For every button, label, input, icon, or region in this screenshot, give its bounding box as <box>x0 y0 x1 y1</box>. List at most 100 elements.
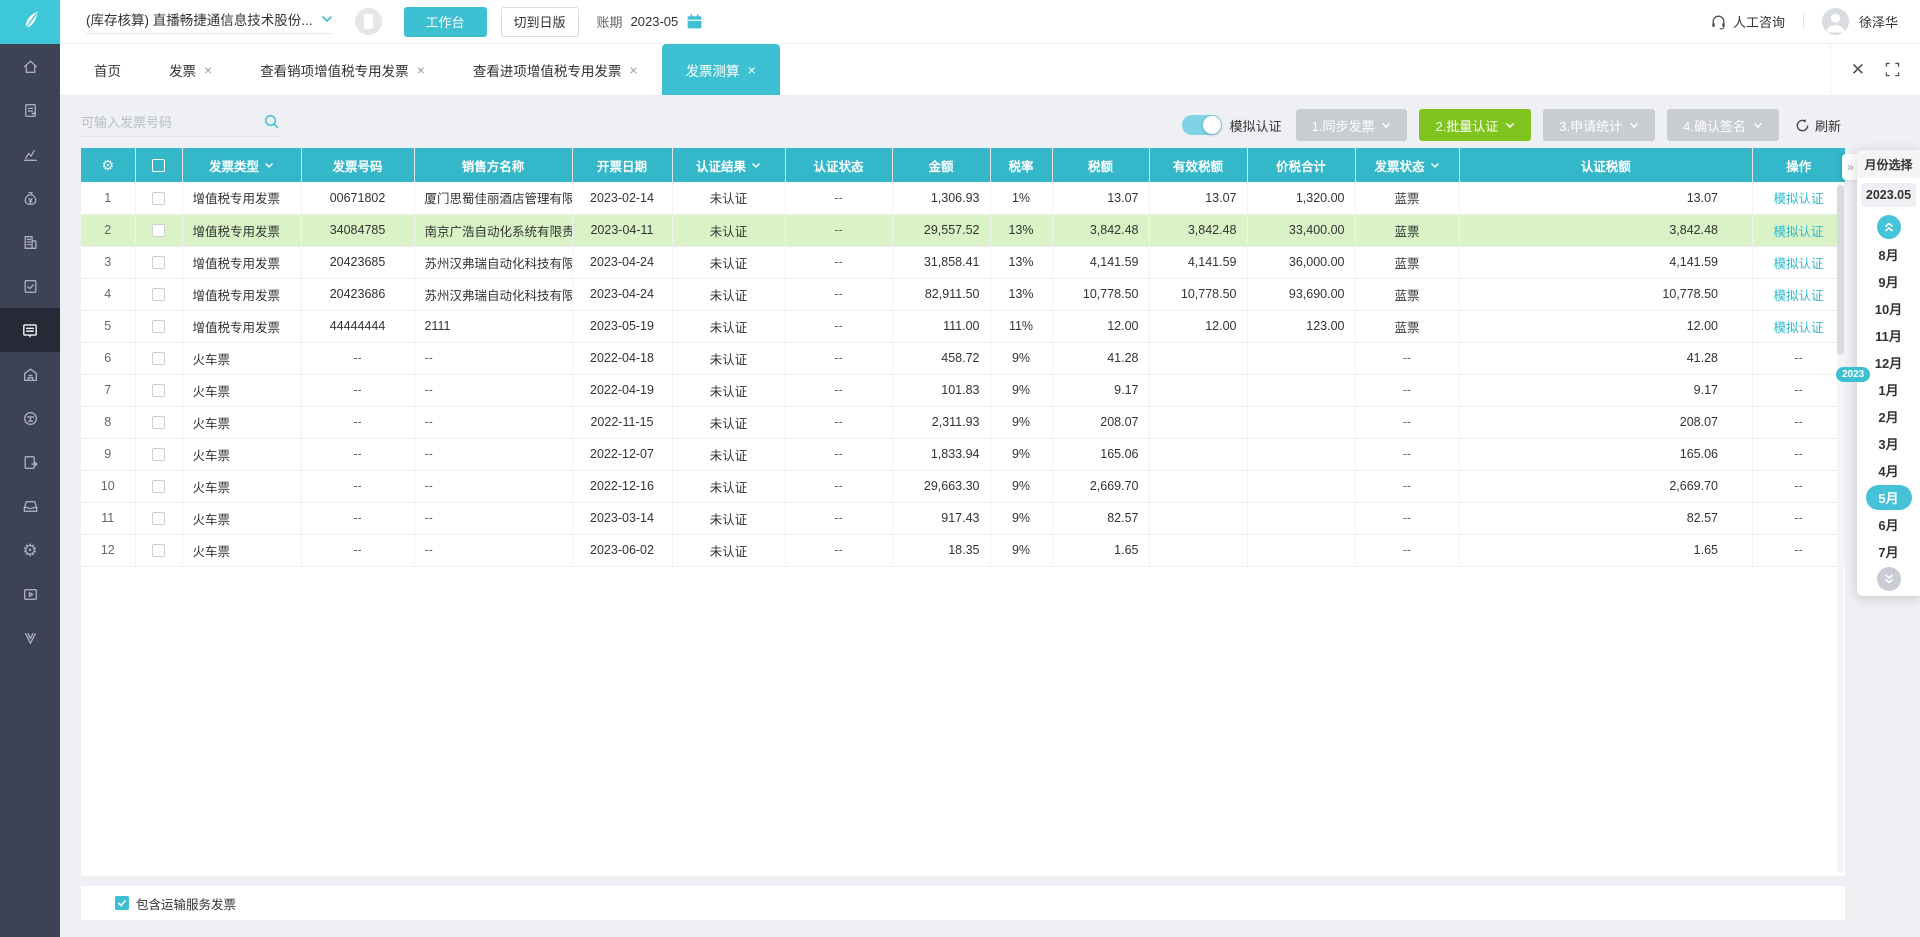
table-row[interactable]: 5 增值税专用发票 44444444 2111 2023-05-19 未认证 -- 111.0… <box>81 310 1845 343</box>
row-checkbox[interactable] <box>152 191 165 205</box>
workbench-button[interactable]: 工作台 <box>403 6 487 37</box>
table-row[interactable]: 4 增值税专用发票20423686苏州汉弗瑞自动化科技有限公司2023-04-24… <box>81 278 1845 311</box>
sidebar-item[interactable] <box>0 264 60 308</box>
search-input[interactable] <box>81 114 263 130</box>
column-header-valid_tax[interactable]: 有效税额 <box>1149 148 1248 182</box>
month-item[interactable]: 3月 <box>1866 430 1912 457</box>
step-button[interactable]: 4.确认签名 <box>1667 109 1779 141</box>
sidebar-item[interactable] <box>0 44 60 88</box>
table-row[interactable]: 8 火车票 -- -- 2022-11-15 未认证 -- 2,311.93 9% 208.07-… <box>81 406 1845 439</box>
sidebar-item[interactable] <box>0 396 60 440</box>
tab-close-icon[interactable]: × <box>629 63 637 77</box>
tab-close-icon[interactable]: × <box>204 63 212 77</box>
sidebar-item[interactable] <box>0 176 60 220</box>
month-item[interactable]: 2月 <box>1866 403 1912 430</box>
row-checkbox[interactable] <box>152 256 165 270</box>
simulate-auth-action-link[interactable]: 模拟认证 <box>1773 225 1823 239</box>
month-item[interactable]: 7月 <box>1866 538 1912 565</box>
company-selector[interactable]: (库存核算) 直播畅捷通信息技术股份... <box>86 9 333 34</box>
simulate-auth-action-link[interactable]: 模拟认证 <box>1773 257 1823 271</box>
table-row[interactable]: 1 增值税专用发票00671802厦门思蜀佳丽酒店管理有限公司2023-02-14… <box>81 182 1845 215</box>
sidebar-item[interactable] <box>0 88 60 132</box>
column-header-rate[interactable]: 税率 <box>990 148 1053 182</box>
month-item[interactable]: 4月 <box>1866 457 1912 484</box>
column-header-action[interactable]: 操作 <box>1752 148 1845 182</box>
sidebar-item[interactable] <box>0 308 60 352</box>
column-header-number[interactable]: 发票号码 <box>301 148 415 182</box>
period-value[interactable]: 2023-05 <box>631 14 679 29</box>
sidebar-item[interactable] <box>0 616 60 660</box>
table-row[interactable]: 7 火车票 -- -- 2022-04-19 未认证 -- 101.83 9% 9.17 -- 9.1… <box>81 374 1845 407</box>
row-checkbox[interactable] <box>152 384 165 398</box>
step-button[interactable]: 1.同步发票 <box>1295 109 1408 141</box>
sidebar-item[interactable] <box>0 220 60 264</box>
simulate-auth-action-link[interactable]: 模拟认证 <box>1773 289 1823 303</box>
column-header-status[interactable]: 认证状态 <box>785 148 893 182</box>
column-header-date[interactable]: 开票日期 <box>572 148 673 182</box>
search-icon[interactable] <box>263 113 281 131</box>
row-checkbox[interactable] <box>152 352 165 366</box>
row-checkbox[interactable] <box>152 416 165 430</box>
month-item[interactable]: 12月 <box>1866 349 1912 376</box>
simulate-auth-action-link[interactable]: 模拟认证 <box>1773 321 1823 335</box>
sidebar-item[interactable] <box>0 484 60 528</box>
tab[interactable]: 查看销项增值税专用发票 × <box>236 44 449 95</box>
column-header-inv_status[interactable]: 发票状态 <box>1355 148 1460 182</box>
month-item[interactable]: 6月 <box>1866 511 1912 538</box>
row-checkbox[interactable] <box>152 544 165 558</box>
month-item[interactable]: 9月 <box>1866 268 1912 295</box>
step-button[interactable]: 3.申请统计 <box>1543 109 1656 141</box>
clipboard-badge-icon[interactable] <box>354 8 382 35</box>
transport-invoice-checkbox[interactable] <box>115 896 129 910</box>
column-header-total[interactable]: 价税合计 <box>1247 148 1356 182</box>
table-row[interactable]: 11 火车票 -- -- 2023-03-14 未认证 -- 917.43 9% 82.57 -- 8… <box>81 502 1845 535</box>
table-row[interactable]: 10 火车票 -- -- 2022-12-16 未认证 -- 29,663.30 9% 2,669… <box>81 470 1845 503</box>
table-settings-gear-icon[interactable]: ⚙ <box>101 157 114 173</box>
step-button[interactable]: 2.批量认证 <box>1419 109 1532 141</box>
sidebar-item[interactable] <box>0 440 60 484</box>
row-checkbox[interactable] <box>152 288 165 302</box>
column-header-auth_tax[interactable]: 认证税额 <box>1459 148 1753 182</box>
table-row[interactable]: 12 火车票 -- -- 2023-06-02 未认证 -- 18.35 9% 1.65 -- 1.6… <box>81 534 1845 567</box>
sidebar-item[interactable] <box>0 132 60 176</box>
app-logo[interactable] <box>0 0 60 44</box>
tab[interactable]: 查看进项增值税专用发票 × <box>449 44 662 95</box>
month-item[interactable]: 11月 <box>1866 322 1912 349</box>
fullscreen-icon[interactable] <box>1885 62 1900 77</box>
close-icon[interactable]: ✕ <box>1851 61 1865 78</box>
row-checkbox[interactable] <box>152 224 165 238</box>
sidebar-item[interactable] <box>0 352 60 396</box>
sidebar-item[interactable]: ⚙ <box>0 528 60 572</box>
column-header-type[interactable]: 发票类型 <box>182 148 302 182</box>
month-scroll-up-button[interactable] <box>1876 215 1901 239</box>
table-row[interactable]: 6 火车票 -- -- 2022-04-18 未认证 -- 458.72 9% 41.28 -- 41… <box>81 342 1845 375</box>
column-header-amount[interactable]: 金额 <box>892 148 991 182</box>
user-avatar[interactable] <box>1821 8 1849 35</box>
select-all-checkbox[interactable] <box>152 159 165 173</box>
month-item[interactable]: 1月 <box>1866 376 1912 403</box>
table-row[interactable]: 9 火车票 -- -- 2022-12-07 未认证 -- 1,833.94 9% 165.06-… <box>81 438 1845 471</box>
month-scroll-down-button[interactable] <box>1876 567 1901 591</box>
table-row[interactable]: 2 增值税专用发票34084785南京广浩自动化系统有限责任公司2023-04-1… <box>81 214 1845 247</box>
scrollbar-thumb[interactable] <box>1837 185 1844 355</box>
sidebar-item[interactable] <box>0 572 60 616</box>
tab-close-icon[interactable]: × <box>417 63 425 77</box>
tab[interactable]: 首页 <box>70 44 145 95</box>
month-item[interactable]: 8月 <box>1866 241 1912 268</box>
month-item[interactable]: 10月 <box>1866 295 1912 322</box>
table-row[interactable]: 3 增值税专用发票20423685苏州汉弗瑞自动化科技有限公司2023-04-24… <box>81 246 1845 279</box>
switch-version-button[interactable]: 切到日版 <box>500 6 579 37</box>
tab[interactable]: 发票 × <box>145 44 236 95</box>
month-item[interactable]: 5月 <box>1865 485 1912 510</box>
row-checkbox[interactable] <box>152 512 165 526</box>
row-checkbox[interactable] <box>152 448 165 462</box>
table-scrollbar[interactable] <box>1837 183 1844 873</box>
refresh-button[interactable]: 刷新 <box>1795 116 1841 135</box>
row-checkbox[interactable] <box>152 480 165 494</box>
column-header-result[interactable]: 认证结果 <box>672 148 786 182</box>
tab-close-icon[interactable]: × <box>748 63 756 77</box>
support-link[interactable]: 人工咨询 <box>1710 12 1785 31</box>
simulate-auth-toggle[interactable] <box>1181 115 1222 135</box>
column-header-seller[interactable]: 销售方名称 <box>414 148 573 182</box>
simulate-auth-action-link[interactable]: 模拟认证 <box>1773 192 1823 206</box>
